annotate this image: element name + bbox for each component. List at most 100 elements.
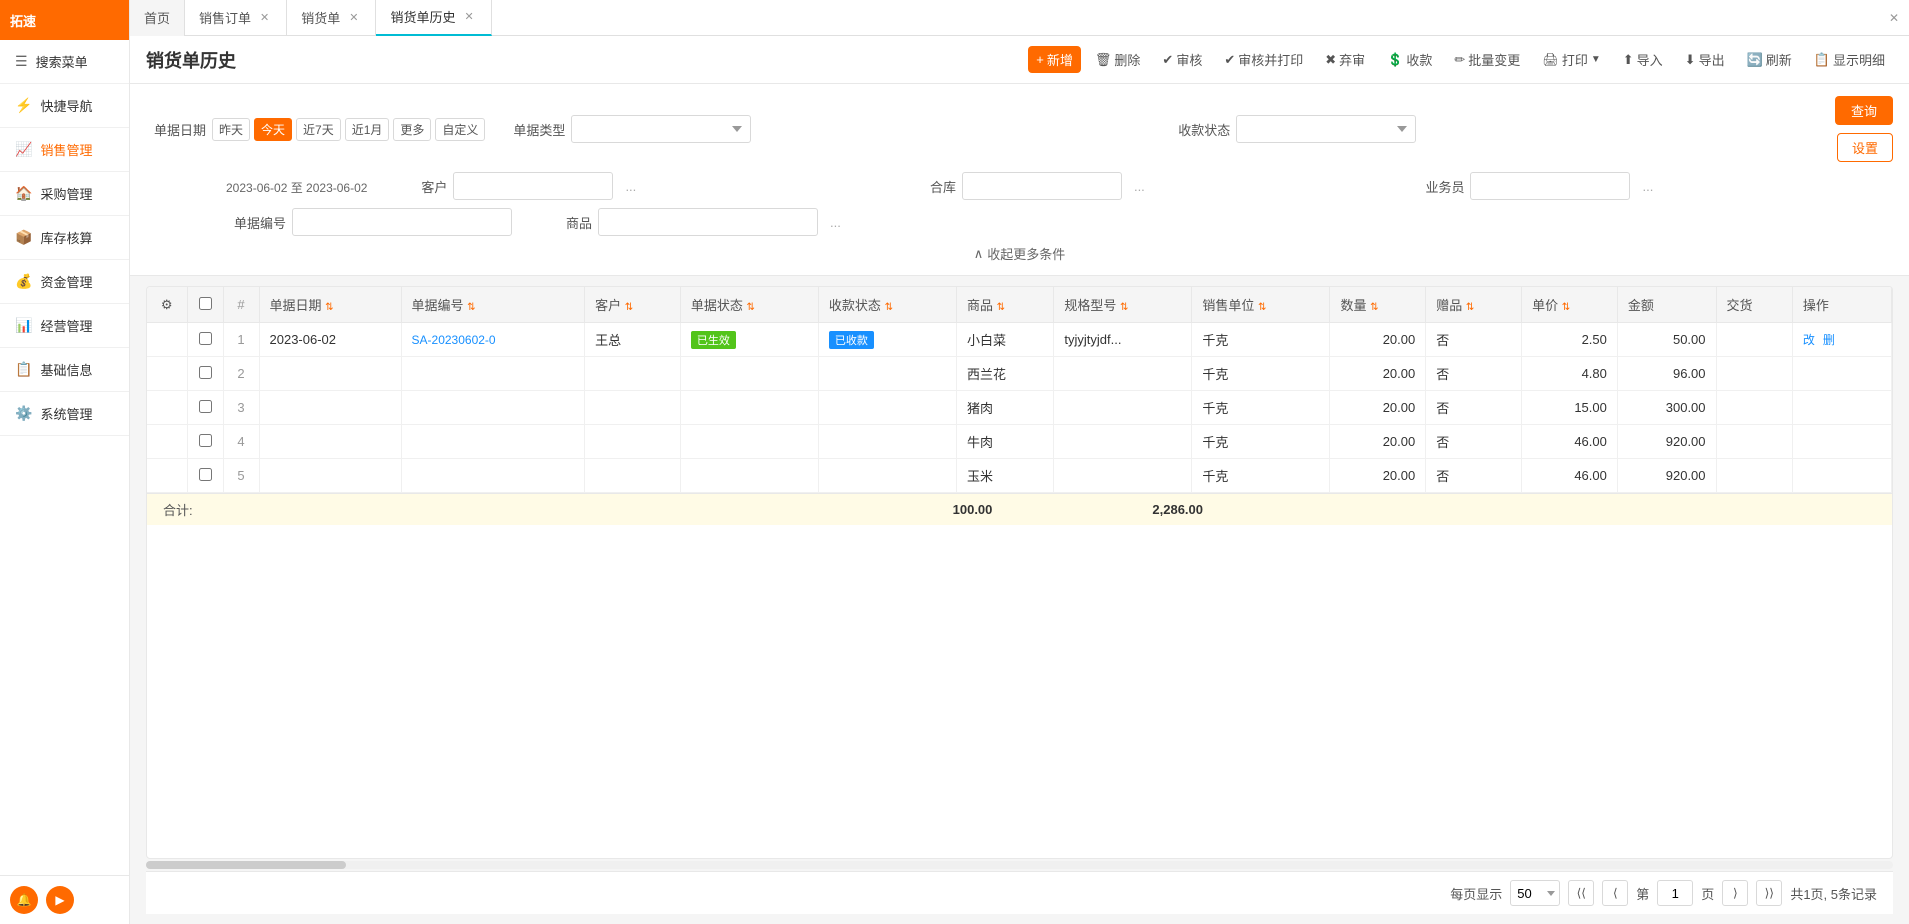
row-select-checkbox[interactable] xyxy=(199,366,212,379)
col-unit[interactable]: 销售单位 ⇅ xyxy=(1192,287,1330,323)
query-button[interactable]: 查询 xyxy=(1835,96,1893,125)
date-btn-more[interactable]: 更多 xyxy=(393,118,431,141)
date-btn-7days[interactable]: 近7天 xyxy=(296,118,341,141)
col-spec[interactable]: 规格型号 ⇅ xyxy=(1054,287,1192,323)
page-input[interactable] xyxy=(1657,880,1693,906)
row-checkbox[interactable] xyxy=(187,425,223,459)
sidebar-item-operation-mgmt[interactable]: 📊 经营管理 xyxy=(0,304,129,348)
print-button[interactable]: 🖨 打印 ▼ xyxy=(1534,46,1608,73)
col-gift[interactable]: 赠品 ⇅ xyxy=(1426,287,1522,323)
row-select-checkbox[interactable] xyxy=(199,332,212,345)
delete-action[interactable]: 删 xyxy=(1823,333,1835,347)
row-checkbox[interactable] xyxy=(187,391,223,425)
row-transaction xyxy=(1716,425,1792,459)
filter-docno-input[interactable] xyxy=(292,208,512,236)
row-checkbox[interactable] xyxy=(187,459,223,493)
doc-no-link[interactable]: SA-20230602-0 xyxy=(412,333,496,347)
salesperson-ellipsis[interactable]: ... xyxy=(1636,177,1659,196)
date-btn-1month[interactable]: 近1月 xyxy=(345,118,390,141)
tab-sales-goods-close[interactable]: ✕ xyxy=(346,10,361,25)
goods-ellipsis[interactable]: ... xyxy=(824,213,847,232)
col-date[interactable]: 单据日期 ⇅ xyxy=(259,287,401,323)
add-icon: + xyxy=(1036,52,1044,67)
col-pay-status[interactable]: 收款状态 ⇅ xyxy=(818,287,956,323)
row-unit: 千克 xyxy=(1192,391,1330,425)
tab-sales-order[interactable]: 销售订单 ✕ xyxy=(185,0,287,36)
warehouse-ellipsis[interactable]: ... xyxy=(1128,177,1151,196)
audit-print-label: 审核并打印 xyxy=(1238,50,1303,69)
sidebar-item-purchase-mgmt[interactable]: 🏠 采购管理 xyxy=(0,172,129,216)
edit-action[interactable]: 改 xyxy=(1803,333,1815,347)
sidebar-bottom-btn2[interactable]: ▶ xyxy=(46,886,74,914)
tab-home[interactable]: 首页 xyxy=(130,0,185,36)
filter-salesperson-input[interactable] xyxy=(1470,172,1630,200)
tab-sales-goods[interactable]: 销货单 ✕ xyxy=(287,0,376,36)
collapse-button[interactable]: ∧ 收起更多条件 xyxy=(146,240,1893,263)
tab-sales-order-close[interactable]: ✕ xyxy=(257,10,272,25)
sidebar-item-sales-mgmt[interactable]: 📈 销售管理 xyxy=(0,128,129,172)
per-page-select[interactable]: 50 100 200 xyxy=(1510,880,1560,906)
qty-sort-icon: ⇅ xyxy=(1370,302,1378,313)
tab-sales-history-close[interactable]: ✕ xyxy=(462,9,477,24)
row-gear xyxy=(147,459,187,493)
col-docno[interactable]: 单据编号 ⇅ xyxy=(401,287,585,323)
set-button[interactable]: 设置 xyxy=(1837,133,1893,162)
table-summary: 合计: 100.00 2,286.00 xyxy=(147,493,1892,525)
sidebar-item-basic-info[interactable]: 📋 基础信息 xyxy=(0,348,129,392)
export-button[interactable]: ⬇ 导出 xyxy=(1677,46,1733,73)
next-page-btn[interactable]: ⟩ xyxy=(1722,880,1748,906)
abandon-button[interactable]: ✖ 弃审 xyxy=(1317,46,1373,73)
sidebar-item-quick-nav[interactable]: ⚡ 快捷导航 xyxy=(0,84,129,128)
filter-pay-status-select[interactable] xyxy=(1236,115,1416,143)
audit-button[interactable]: ✔ 审核 xyxy=(1154,46,1210,73)
tab-bar-close-all[interactable]: ✕ xyxy=(1889,11,1899,25)
sidebar-bottom-btn1[interactable]: 🔔 xyxy=(10,886,38,914)
col-qty[interactable]: 数量 ⇅ xyxy=(1330,287,1426,323)
date-btn-yesterday[interactable]: 昨天 xyxy=(212,118,250,141)
row-docno xyxy=(401,391,585,425)
col-goods[interactable]: 商品 ⇅ xyxy=(956,287,1053,323)
sidebar-item-search-menu[interactable]: ☰ 搜索菜单 xyxy=(0,40,129,84)
sidebar-item-system-mgmt[interactable]: ⚙️ 系统管理 xyxy=(0,392,129,436)
sidebar-item-capital-mgmt[interactable]: 💰 资金管理 xyxy=(0,260,129,304)
tab-sales-history[interactable]: 销货单历史 ✕ xyxy=(376,0,491,36)
row-amount: 96.00 xyxy=(1617,357,1716,391)
date-btn-custom[interactable]: 自定义 xyxy=(435,118,485,141)
row-select-checkbox[interactable] xyxy=(199,468,212,481)
col-goods-label: 商品 xyxy=(967,298,993,313)
row-spec xyxy=(1054,459,1192,493)
row-checkbox[interactable] xyxy=(187,357,223,391)
row-unit: 千克 xyxy=(1192,425,1330,459)
col-price[interactable]: 单价 ⇅ xyxy=(1522,287,1618,323)
delete-button[interactable]: 🗑 删除 xyxy=(1087,46,1149,73)
select-all-checkbox[interactable] xyxy=(199,297,212,310)
show-detail-button[interactable]: 📋 显示明细 xyxy=(1806,46,1893,73)
col-doc-status[interactable]: 单据状态 ⇅ xyxy=(680,287,818,323)
collect-button[interactable]: 💲 收款 xyxy=(1379,46,1440,73)
sidebar-item-label: 基础信息 xyxy=(40,360,92,379)
audit-print-button[interactable]: ✔ 审核并打印 xyxy=(1216,46,1311,73)
filter-doc-type-select[interactable] xyxy=(571,115,751,143)
row-date: 2023-06-02 xyxy=(259,323,401,357)
sidebar-item-inventory[interactable]: 📦 库存核算 xyxy=(0,216,129,260)
last-page-btn[interactable]: ⟩⟩ xyxy=(1756,880,1782,906)
col-gear[interactable]: ⚙ xyxy=(147,287,187,323)
row-select-checkbox[interactable] xyxy=(199,400,212,413)
import-button[interactable]: ⬆ 导入 xyxy=(1615,46,1671,73)
filter-goods-input[interactable] xyxy=(598,208,818,236)
col-customer[interactable]: 客户 ⇅ xyxy=(585,287,681,323)
filter-customer-input[interactable] xyxy=(453,172,613,200)
prev-page-btn[interactable]: ⟨ xyxy=(1602,880,1628,906)
horizontal-scrollbar[interactable] xyxy=(146,861,1893,869)
first-page-btn[interactable]: ⟨⟨ xyxy=(1568,880,1594,906)
customer-ellipsis[interactable]: ... xyxy=(619,177,642,196)
row-checkbox[interactable] xyxy=(187,323,223,357)
filter-warehouse-input[interactable] xyxy=(962,172,1122,200)
date-btn-today[interactable]: 今天 xyxy=(254,118,292,141)
batch-change-button[interactable]: ✏ 批量变更 xyxy=(1446,46,1528,73)
filter-row-1: 单据日期 昨天 今天 近7天 近1月 更多 自定义 单据类型 xyxy=(146,96,1893,162)
row-select-checkbox[interactable] xyxy=(199,434,212,447)
add-button[interactable]: + 新增 xyxy=(1028,46,1081,73)
scrollbar-thumb[interactable] xyxy=(146,861,346,869)
refresh-button[interactable]: 🔄 刷新 xyxy=(1739,46,1800,73)
